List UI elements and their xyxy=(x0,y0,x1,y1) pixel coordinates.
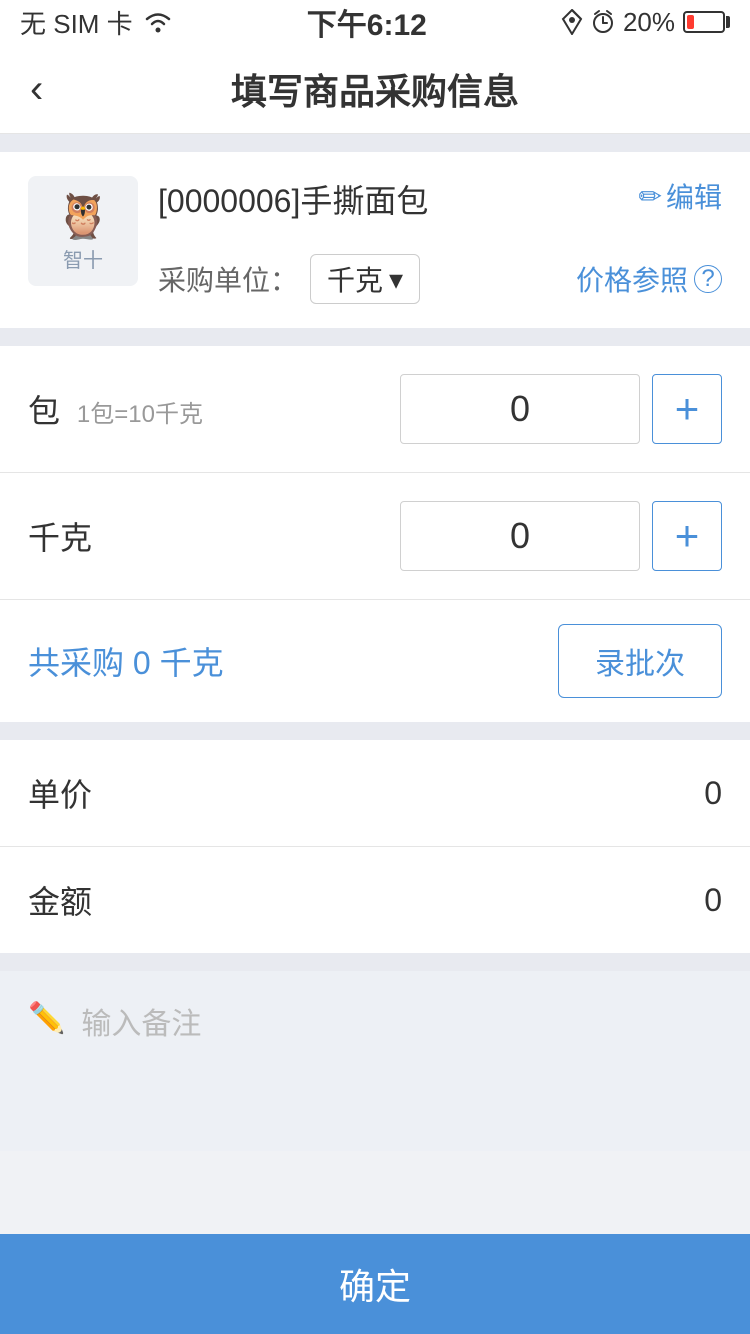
unit-price-label: 单价 xyxy=(28,770,92,816)
product-meta: 采购单位： 千克 ▾ 价格参照 ? xyxy=(158,254,722,304)
product-edit-button[interactable]: ✏ 编辑 xyxy=(639,176,722,216)
dropdown-icon: ▾ xyxy=(389,263,403,296)
quantity-plus-bao[interactable]: + xyxy=(652,374,722,444)
confirm-button[interactable]: 确定 xyxy=(0,1234,750,1334)
alarm-icon xyxy=(591,9,615,35)
battery-percent: 20% xyxy=(623,7,675,38)
back-button[interactable]: ‹ xyxy=(30,69,43,109)
product-card: 🦉 智十 [0000006]手撕面包 ✏ 编辑 采购单位： 千克 ▾ xyxy=(0,152,750,328)
nav-bar: ‹ 填写商品采购信息 xyxy=(0,44,750,134)
status-bar: 无 SIM 卡 下午6:12 xyxy=(0,0,750,44)
wifi-icon xyxy=(143,10,173,34)
status-right: 20% xyxy=(561,7,730,38)
unit-price-value: 0 xyxy=(704,775,722,812)
quantity-row-kg: 千克 0 + xyxy=(0,473,750,600)
price-row-unit: 单价 0 xyxy=(0,740,750,847)
total-unit: 千克 xyxy=(160,645,224,681)
product-info: [0000006]手撕面包 ✏ 编辑 采购单位： 千克 ▾ 价格参照 ? xyxy=(158,176,722,304)
product-brand-label: 智十 xyxy=(63,244,103,273)
remark-placeholder: 输入备注 xyxy=(81,999,201,1043)
quantity-section: 包 1包=10千克 0 + 千克 0 + xyxy=(0,346,750,600)
quantity-label-kg: 千克 xyxy=(28,513,148,559)
price-ref-help-icon: ? xyxy=(694,265,722,293)
quantity-value-bao: 0 xyxy=(510,388,530,430)
edit-label: 编辑 xyxy=(666,176,722,216)
total-section: 共采购 0 千克 录批次 xyxy=(0,600,750,722)
location-icon xyxy=(561,9,583,35)
quantity-input-bao[interactable]: 0 xyxy=(400,374,640,444)
price-ref-label: 价格参照 xyxy=(576,259,688,299)
price-section: 单价 0 金额 0 xyxy=(0,740,750,953)
page-title: 填写商品采购信息 xyxy=(231,63,519,115)
quantity-row-bao: 包 1包=10千克 0 + xyxy=(0,346,750,473)
total-text: 共采购 0 千克 xyxy=(28,638,224,684)
quantity-value-kg: 0 xyxy=(510,515,530,557)
product-owl-icon: 🦉 xyxy=(56,190,111,242)
quantity-label-bao: 包 1包=10千克 xyxy=(28,386,203,432)
section-divider-4 xyxy=(0,953,750,971)
batch-button[interactable]: 录批次 xyxy=(558,624,722,698)
amount-label: 金额 xyxy=(28,877,92,923)
battery-icon xyxy=(683,11,730,33)
pencil-icon: ✏️ xyxy=(28,1001,65,1036)
remark-section[interactable]: ✏️ 输入备注 xyxy=(0,971,750,1151)
quantity-input-kg[interactable]: 0 xyxy=(400,501,640,571)
no-sim-label: 无 SIM 卡 xyxy=(20,4,133,41)
quantity-sublabel-bao: 1包=10千克 xyxy=(77,401,203,428)
status-left: 无 SIM 卡 xyxy=(20,4,173,41)
section-divider-1 xyxy=(0,134,750,152)
status-time: 下午6:12 xyxy=(307,0,427,44)
total-prefix: 共采购 xyxy=(28,645,124,681)
price-row-amount: 金额 0 xyxy=(0,847,750,953)
product-image: 🦉 智十 xyxy=(28,176,138,286)
amount-value: 0 xyxy=(704,882,722,919)
total-value: 0 xyxy=(133,645,151,681)
unit-label: 采购单位： xyxy=(158,259,298,299)
section-divider-3 xyxy=(0,722,750,740)
section-divider-2 xyxy=(0,328,750,346)
purchase-unit: 采购单位： 千克 ▾ xyxy=(158,254,420,304)
product-name: [0000006]手撕面包 xyxy=(158,176,428,222)
price-ref-button[interactable]: 价格参照 ? xyxy=(576,259,722,299)
unit-select-dropdown[interactable]: 千克 ▾ xyxy=(310,254,420,304)
unit-value: 千克 xyxy=(327,259,383,299)
quantity-plus-kg[interactable]: + xyxy=(652,501,722,571)
